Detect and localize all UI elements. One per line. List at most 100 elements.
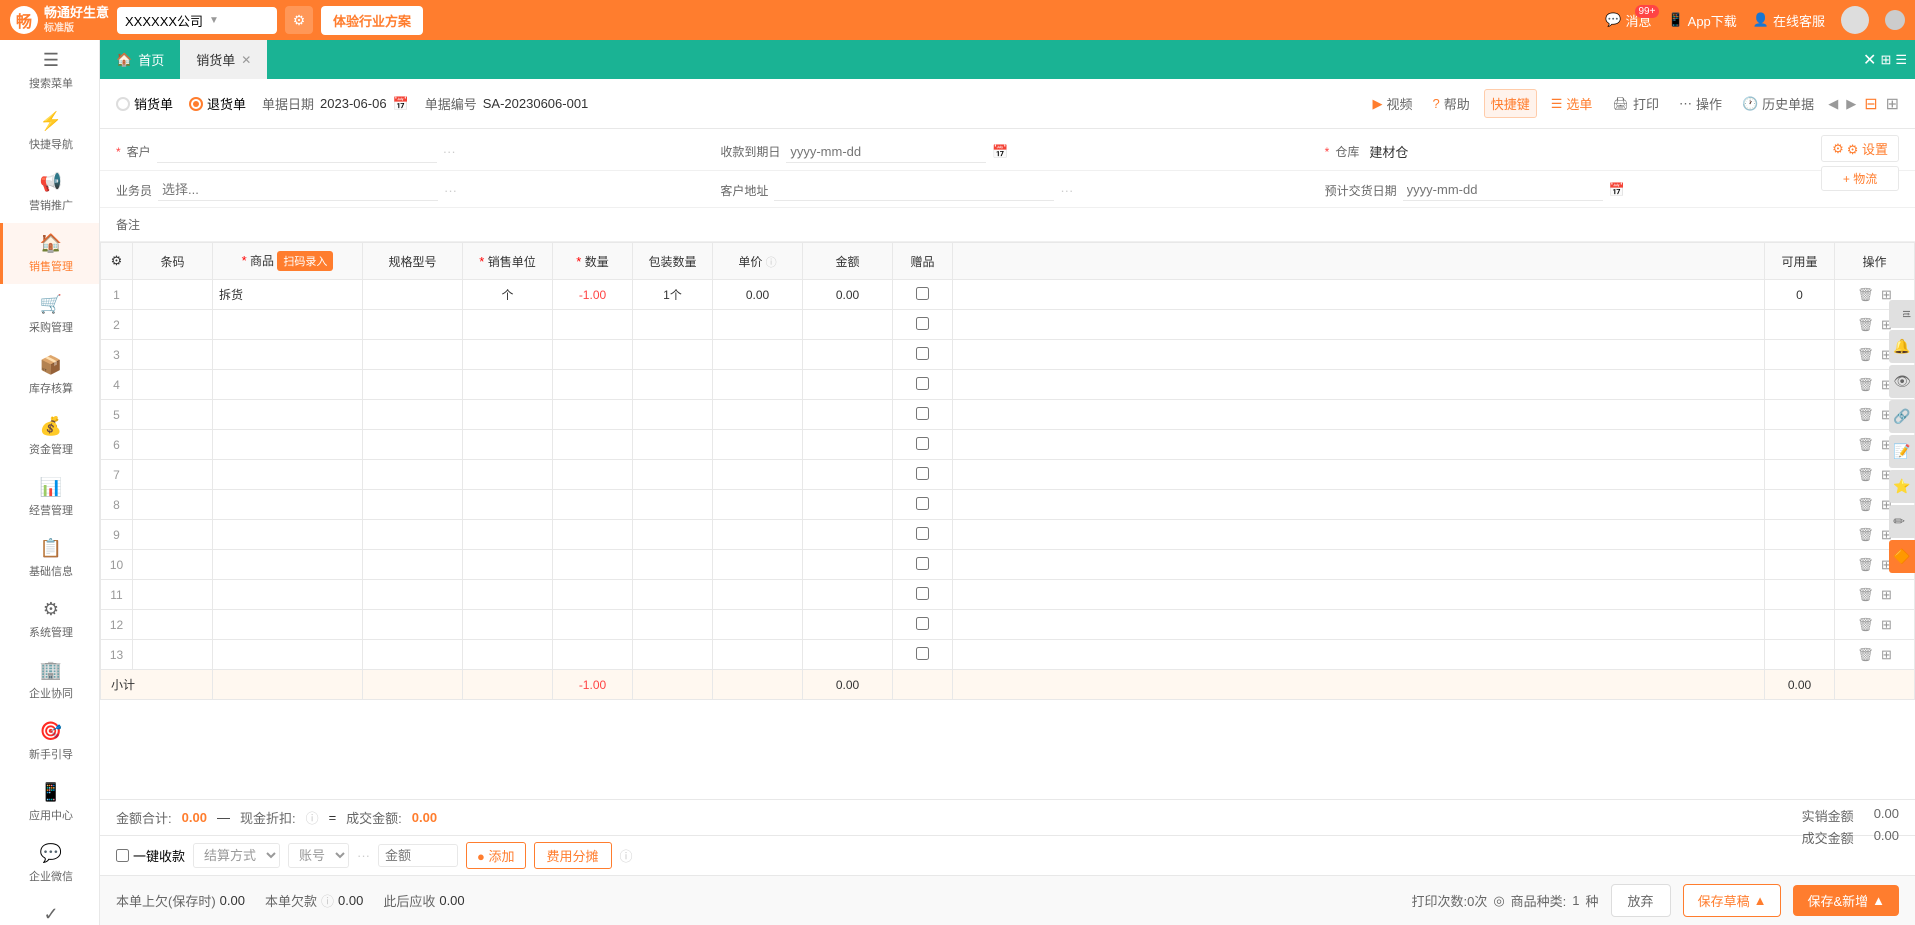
- cell-qty[interactable]: [553, 430, 633, 460]
- cell-product[interactable]: [213, 490, 363, 520]
- sidebar-item-search[interactable]: ☰ 搜索菜单: [0, 40, 99, 101]
- cell-price[interactable]: [713, 610, 803, 640]
- cell-barcode[interactable]: [133, 490, 213, 520]
- cell-barcode[interactable]: [133, 340, 213, 370]
- sidebar-item-quicknav[interactable]: ⚡ 快捷导航: [0, 101, 99, 162]
- cell-barcode[interactable]: [133, 430, 213, 460]
- remarks-input[interactable]: [148, 214, 748, 235]
- copy-row-icon[interactable]: ⊞: [1881, 587, 1892, 602]
- cell-barcode[interactable]: [133, 400, 213, 430]
- sidebar-item-wechat[interactable]: 💬 企业微信: [0, 833, 99, 894]
- sidebar-item-purchase[interactable]: 🛒 采购管理: [0, 284, 99, 345]
- delete-row-icon[interactable]: 🗑: [1857, 377, 1874, 392]
- cell-amount[interactable]: [803, 430, 893, 460]
- float-btn-4[interactable]: 🔗: [1889, 400, 1915, 433]
- customer-input[interactable]: [157, 141, 437, 163]
- cell-pkg-qty[interactable]: [633, 520, 713, 550]
- cell-spec[interactable]: [363, 460, 463, 490]
- sidebar-item-guide[interactable]: 🎯 新手引导: [0, 711, 99, 772]
- float-btn-3[interactable]: 👁: [1889, 365, 1915, 398]
- delete-row-icon[interactable]: 🗑: [1857, 467, 1874, 482]
- float-btn-8[interactable]: 🔶: [1889, 540, 1915, 573]
- cell-barcode[interactable]: [133, 610, 213, 640]
- amount-input[interactable]: [378, 844, 458, 867]
- save-draft-button[interactable]: 保存草稿 ▲: [1683, 884, 1782, 917]
- col-settings-header[interactable]: ⚙: [101, 243, 133, 280]
- cell-barcode[interactable]: [133, 280, 213, 310]
- setup-button[interactable]: ⚙ ⚙ 设置: [1821, 135, 1899, 162]
- cell-product[interactable]: [213, 370, 363, 400]
- cash-discount-info-icon[interactable]: ⓘ: [306, 808, 319, 827]
- cell-qty[interactable]: -1.00: [553, 280, 633, 310]
- user-avatar2[interactable]: [1885, 10, 1905, 30]
- fee-split-button[interactable]: 费用分摊: [534, 842, 612, 869]
- cell-gift[interactable]: [893, 580, 953, 610]
- payment-due-input[interactable]: [786, 141, 986, 163]
- cell-barcode[interactable]: [133, 370, 213, 400]
- cell-pkg-qty[interactable]: [633, 430, 713, 460]
- float-btn-5[interactable]: 📝: [1889, 435, 1915, 468]
- copy-row-icon[interactable]: ⊞: [1881, 647, 1892, 662]
- settlement-method-select[interactable]: 结算方式: [193, 843, 280, 868]
- cell-pkg-qty[interactable]: [633, 400, 713, 430]
- cell-spec[interactable]: [363, 610, 463, 640]
- cell-amount[interactable]: [803, 370, 893, 400]
- cell-product[interactable]: [213, 610, 363, 640]
- discard-button[interactable]: 放弃: [1611, 884, 1671, 917]
- delete-row-icon[interactable]: 🗑: [1857, 557, 1874, 572]
- cell-unit[interactable]: [463, 520, 553, 550]
- cell-product[interactable]: [213, 340, 363, 370]
- cell-price[interactable]: [713, 640, 803, 670]
- user-avatar[interactable]: [1841, 6, 1869, 34]
- cell-gift[interactable]: [893, 370, 953, 400]
- cell-unit[interactable]: [463, 490, 553, 520]
- cell-qty[interactable]: [553, 340, 633, 370]
- cell-gift[interactable]: [893, 610, 953, 640]
- cell-qty[interactable]: [553, 490, 633, 520]
- cell-qty[interactable]: [553, 640, 633, 670]
- list-view-icon[interactable]: ☰: [1895, 52, 1907, 68]
- cell-pkg-qty[interactable]: [633, 640, 713, 670]
- delete-row-icon[interactable]: 🗑: [1857, 527, 1874, 542]
- customer-dots-icon[interactable]: ···: [443, 144, 456, 159]
- cell-unit[interactable]: 个: [463, 280, 553, 310]
- online-service-btn[interactable]: 👤 在线客服: [1753, 11, 1825, 30]
- cell-product[interactable]: [213, 310, 363, 340]
- cell-unit[interactable]: [463, 370, 553, 400]
- cell-amount[interactable]: [803, 610, 893, 640]
- cell-gift[interactable]: [893, 490, 953, 520]
- cell-barcode[interactable]: [133, 310, 213, 340]
- cell-spec[interactable]: [363, 520, 463, 550]
- cell-qty[interactable]: [553, 460, 633, 490]
- cell-qty[interactable]: [553, 370, 633, 400]
- cell-price[interactable]: 0.00: [713, 280, 803, 310]
- card-view-icon[interactable]: ⊞: [1886, 94, 1899, 114]
- delivery-calendar-icon[interactable]: 📅: [1609, 182, 1625, 198]
- save-new-button[interactable]: 保存&新增 ▲: [1793, 885, 1899, 916]
- cell-amount[interactable]: 0.00: [803, 280, 893, 310]
- cell-qty[interactable]: [553, 580, 633, 610]
- cell-pkg-qty[interactable]: [633, 370, 713, 400]
- delete-row-icon[interactable]: 🗑: [1857, 647, 1874, 662]
- cell-pkg-qty[interactable]: [633, 310, 713, 340]
- help-btn[interactable]: ? 帮助: [1427, 90, 1476, 117]
- scan-button[interactable]: 扫码录入: [277, 251, 333, 271]
- float-btn-6[interactable]: ⭐: [1889, 470, 1915, 503]
- message-btn[interactable]: 💬 消息 99+: [1605, 11, 1651, 30]
- cell-unit[interactable]: [463, 640, 553, 670]
- cell-spec[interactable]: [363, 280, 463, 310]
- cell-qty[interactable]: [553, 520, 633, 550]
- cell-barcode[interactable]: [133, 640, 213, 670]
- cell-price[interactable]: [713, 490, 803, 520]
- cell-unit[interactable]: [463, 610, 553, 640]
- delete-row-icon[interactable]: 🗑: [1857, 407, 1874, 422]
- cell-qty[interactable]: [553, 610, 633, 640]
- tab-home[interactable]: 🏠 首页: [100, 40, 180, 79]
- copy-row-icon[interactable]: ⊞: [1881, 617, 1892, 632]
- cell-amount[interactable]: [803, 460, 893, 490]
- tab-sales-order[interactable]: 销货单 ✕: [180, 40, 267, 79]
- cell-spec[interactable]: [363, 370, 463, 400]
- sidebar-item-sales[interactable]: 🏠 销售管理: [0, 223, 99, 284]
- sidebar-item-basic[interactable]: 📋 基础信息: [0, 528, 99, 589]
- cell-qty[interactable]: [553, 550, 633, 580]
